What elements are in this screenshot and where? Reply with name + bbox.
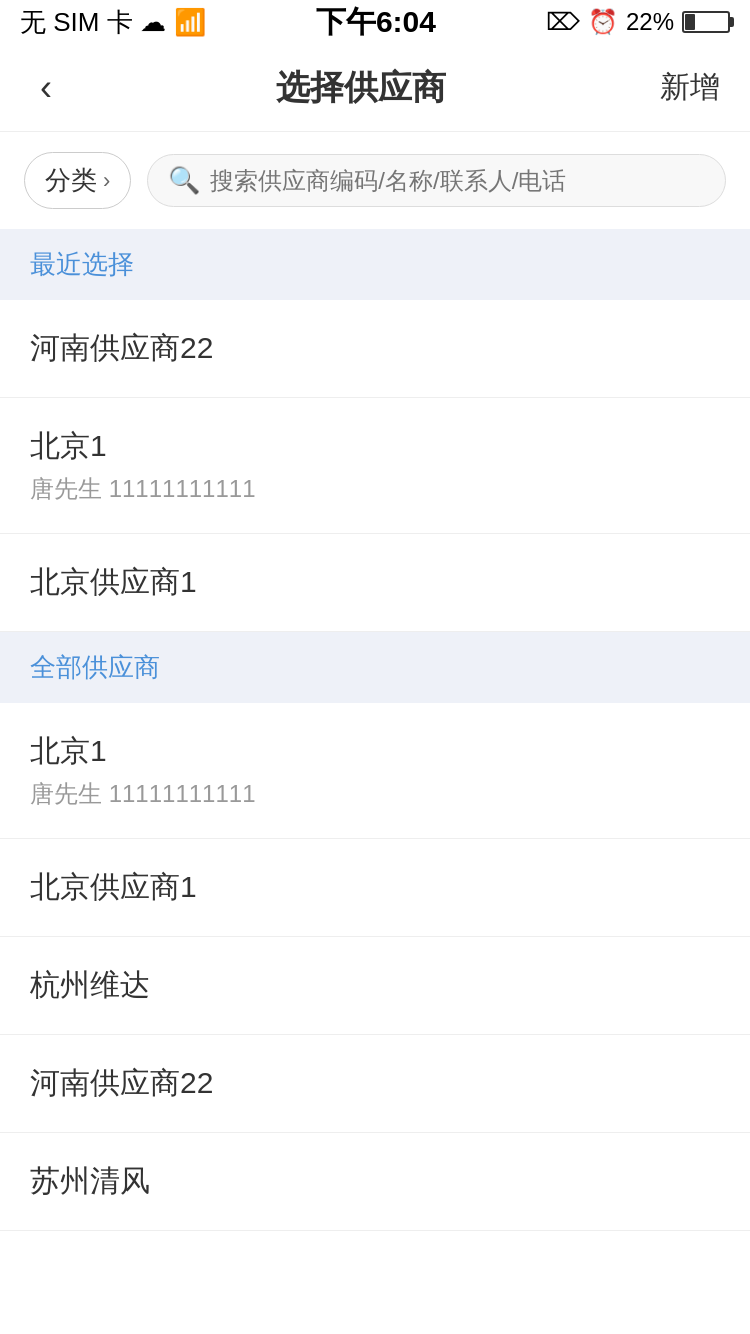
list-item[interactable]: 北京1 唐先生 11111111111 [0,398,750,534]
alarm-icon: ⏰ [588,8,618,36]
item-name: 北京供应商1 [30,562,720,603]
category-label: 分类 [45,163,97,198]
category-button[interactable]: 分类 › [24,152,131,209]
page-title: 选择供应商 [276,65,446,111]
back-button[interactable]: ‹ [30,57,62,119]
item-name: 杭州维达 [30,965,720,1006]
nav-bar: ‹ 选择供应商 新增 [0,44,750,132]
item-name: 北京1 [30,426,720,467]
status-right: ⌦ ⏰ 22% [546,8,730,36]
item-name: 苏州清风 [30,1161,720,1202]
status-left: 无 SIM 卡 ☁ 📶 [20,5,206,40]
wifi-icon: 📶 [174,7,206,38]
item-name: 北京1 [30,731,720,772]
status-time: 下午6:04 [316,2,436,43]
battery-icon [682,11,730,33]
new-action-button[interactable]: 新增 [660,67,720,108]
list-item[interactable]: 北京1 唐先生 11111111111 [0,703,750,839]
list-item[interactable]: 河南供应商22 [0,300,750,398]
item-contact: 唐先生 11111111111 [30,473,720,505]
filter-bar: 分类 › 🔍 [0,132,750,229]
item-name: 河南供应商22 [30,328,720,369]
all-section-header: 全部供应商 [0,632,750,703]
list-item[interactable]: 河南供应商22 [0,1035,750,1133]
item-contact: 唐先生 11111111111 [30,778,720,810]
all-suppliers-list: 北京1 唐先生 11111111111 北京供应商1 杭州维达河南供应商22 苏州清… [0,703,750,1231]
item-name: 北京供应商1 [30,867,720,908]
location-icon: ⌦ [546,8,580,36]
search-icon: 🔍 [168,165,200,196]
list-item[interactable]: 北京供应商1 [0,839,750,937]
list-item[interactable]: 杭州维达 [0,937,750,1035]
list-item[interactable]: 苏州清风 [0,1133,750,1231]
sim-status: 无 SIM 卡 ☁ [20,5,166,40]
status-bar: 无 SIM 卡 ☁ 📶 下午6:04 ⌦ ⏰ 22% [0,0,750,44]
recent-section-header: 最近选择 [0,229,750,300]
search-box[interactable]: 🔍 [147,154,726,207]
recent-list: 河南供应商22 北京1 唐先生 11111111111 北京供应商1 [0,300,750,632]
battery-percent: 22% [626,8,674,36]
list-item[interactable]: 北京供应商1 [0,534,750,632]
search-input[interactable] [210,167,705,195]
chevron-right-icon: › [103,168,110,194]
item-name: 河南供应商22 [30,1063,720,1104]
